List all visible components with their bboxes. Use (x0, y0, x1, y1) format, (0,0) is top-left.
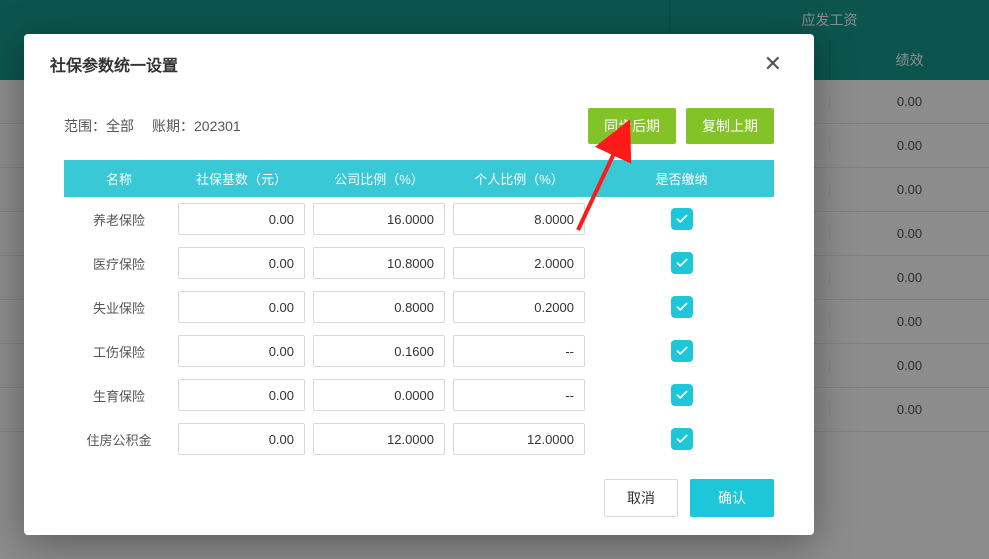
personal-ratio-input[interactable] (453, 291, 585, 323)
th-pay: 是否缴纳 (589, 160, 774, 197)
period-prefix: 账期： (152, 118, 194, 134)
base-input[interactable] (178, 203, 305, 235)
base-input[interactable] (178, 423, 305, 455)
pay-checkbox[interactable] (671, 384, 693, 406)
pay-checkbox[interactable] (671, 252, 693, 274)
pay-checkbox[interactable] (671, 340, 693, 362)
company-ratio-input[interactable] (313, 423, 445, 455)
table-row: 工伤保险 (64, 329, 774, 373)
close-button[interactable]: ✕ (758, 53, 788, 75)
modal-toolbar: 范围：全部 账期：202301 同步后期 复制上期 (24, 86, 814, 154)
company-ratio-input[interactable] (313, 291, 445, 323)
pay-checkbox[interactable] (671, 208, 693, 230)
th-name: 名称 (64, 160, 174, 197)
row-name: 医疗保险 (64, 254, 174, 273)
period-label: 账期：202301 (152, 116, 241, 136)
sync-later-button[interactable]: 同步后期 (588, 108, 676, 144)
personal-ratio-input[interactable] (453, 423, 585, 455)
modal-title: 社保参数统一设置 (50, 52, 178, 76)
modal-header: 社保参数统一设置 ✕ (24, 34, 814, 86)
row-name: 养老保险 (64, 210, 174, 229)
table-row: 生育保险 (64, 373, 774, 417)
params-table: 名称 社保基数（元） 公司比例（%） 个人比例（%） 是否缴纳 养老保险医疗保险… (64, 160, 774, 461)
table-row: 医疗保险 (64, 241, 774, 285)
personal-ratio-input[interactable] (453, 247, 585, 279)
row-name: 工伤保险 (64, 342, 174, 361)
range-prefix: 范围： (64, 118, 106, 134)
period-value: 202301 (194, 118, 241, 134)
personal-ratio-input[interactable] (453, 335, 585, 367)
table-row: 住房公积金 (64, 417, 774, 461)
base-input[interactable] (178, 291, 305, 323)
personal-ratio-input[interactable] (453, 203, 585, 235)
th-company: 公司比例（%） (309, 160, 449, 197)
row-name: 生育保险 (64, 386, 174, 405)
company-ratio-input[interactable] (313, 203, 445, 235)
row-name: 住房公积金 (64, 430, 174, 449)
check-icon (675, 388, 689, 402)
company-ratio-input[interactable] (313, 379, 445, 411)
pay-checkbox[interactable] (671, 428, 693, 450)
modal-footer: 取消 确认 (24, 461, 814, 517)
confirm-button[interactable]: 确认 (690, 479, 774, 517)
company-ratio-input[interactable] (313, 247, 445, 279)
pay-checkbox[interactable] (671, 296, 693, 318)
range-label: 范围：全部 (64, 116, 134, 136)
cancel-button[interactable]: 取消 (604, 479, 678, 517)
th-base: 社保基数（元） (174, 160, 309, 197)
check-icon (675, 256, 689, 270)
base-input[interactable] (178, 247, 305, 279)
base-input[interactable] (178, 379, 305, 411)
copy-previous-button[interactable]: 复制上期 (686, 108, 774, 144)
row-name: 失业保险 (64, 298, 174, 317)
th-personal: 个人比例（%） (449, 160, 589, 197)
table-header: 名称 社保基数（元） 公司比例（%） 个人比例（%） 是否缴纳 (64, 160, 774, 197)
table-row: 失业保险 (64, 285, 774, 329)
personal-ratio-input[interactable] (453, 379, 585, 411)
range-value: 全部 (106, 118, 134, 134)
base-input[interactable] (178, 335, 305, 367)
table-row: 养老保险 (64, 197, 774, 241)
check-icon (675, 212, 689, 226)
close-icon: ✕ (764, 51, 782, 76)
social-insurance-modal: 社保参数统一设置 ✕ 范围：全部 账期：202301 同步后期 复制上期 名称 … (24, 34, 814, 535)
check-icon (675, 344, 689, 358)
check-icon (675, 432, 689, 446)
company-ratio-input[interactable] (313, 335, 445, 367)
check-icon (675, 300, 689, 314)
